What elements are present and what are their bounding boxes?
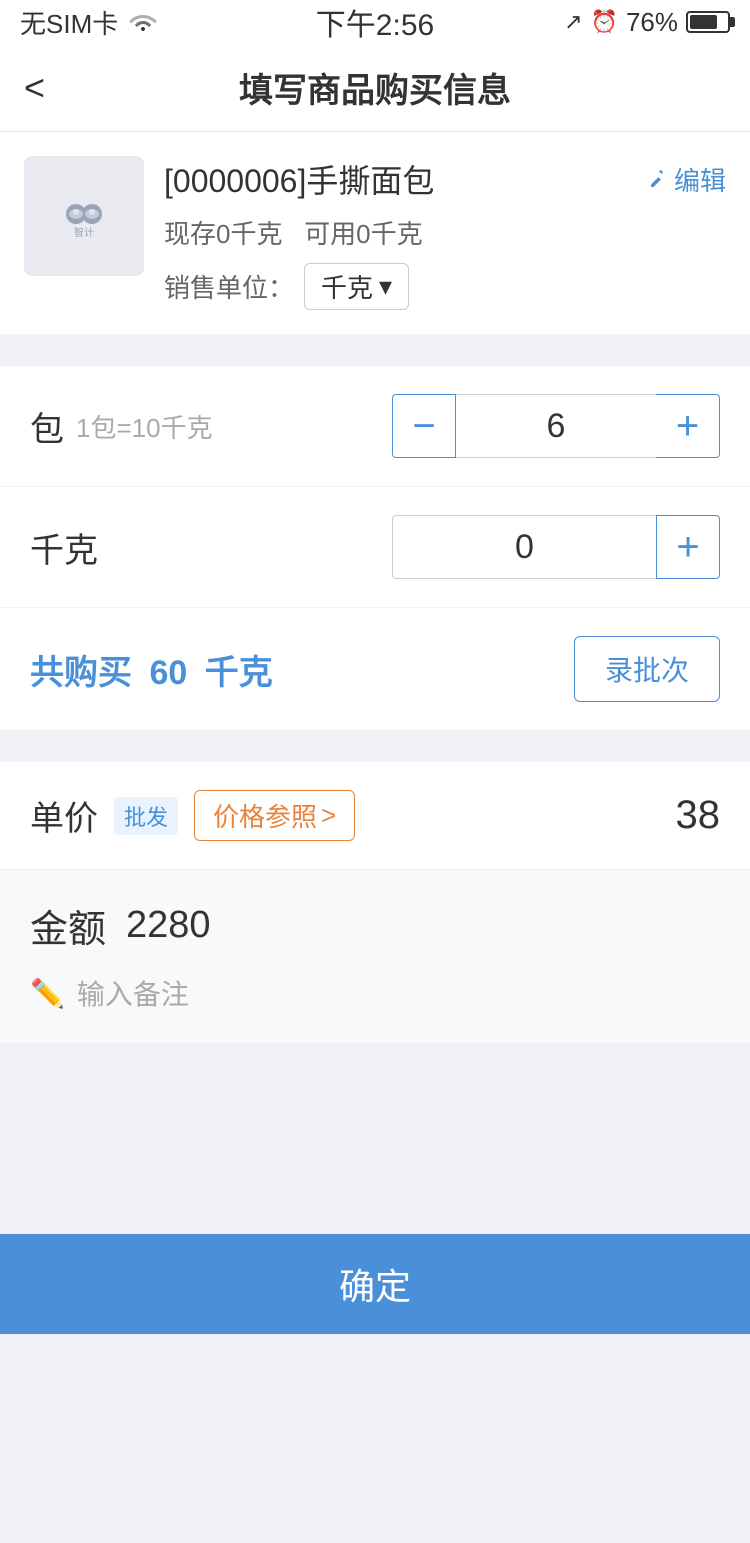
total-text: 共购买 60 千克 [30, 645, 273, 694]
bag-increment-button[interactable]: + [656, 394, 720, 458]
battery-icon [686, 11, 730, 33]
kg-quantity-input[interactable] [392, 515, 656, 579]
total-value: 60 [149, 654, 187, 692]
amount-row: 金额 2280 [30, 898, 720, 973]
product-info: [0000006]手撕面包 编辑 现存0千克 可用0千克 销售单位： 千克 ▾ [164, 156, 726, 310]
bag-label: 包 1包=10千克 [30, 402, 213, 451]
amount-value: 2280 [126, 904, 211, 947]
price-label: 单价 批发 价格参照 > [30, 790, 355, 841]
divider-1 [0, 350, 750, 366]
edit-label: 编辑 [674, 161, 726, 198]
price-badge: 批发 [114, 797, 178, 835]
unit-select[interactable]: 千克 ▾ [304, 263, 409, 310]
confirm-footer[interactable]: 确定 [0, 1234, 750, 1334]
location-icon: ↗ [564, 9, 582, 35]
bag-decrement-button[interactable]: − [392, 394, 456, 458]
pencil-icon: ✏️ [30, 977, 65, 1010]
bag-quantity-input[interactable] [456, 394, 656, 458]
product-stock: 现存0千克 可用0千克 [164, 214, 726, 251]
price-section: 单价 批发 价格参照 > 38 [0, 762, 750, 870]
footer-spacer [0, 1443, 750, 1543]
remark-placeholder: 输入备注 [77, 973, 189, 1013]
back-button[interactable]: < [24, 67, 45, 109]
divider-2 [0, 746, 750, 762]
status-left: 无SIM卡 [20, 4, 158, 41]
quantity-section: 包 1包=10千克 − + 千克 + [0, 366, 750, 608]
edit-button[interactable]: 编辑 [648, 161, 726, 198]
product-name: [0000006]手撕面包 [164, 156, 434, 202]
batch-button[interactable]: 录批次 [574, 636, 720, 702]
kg-label: 千克 [30, 523, 98, 572]
status-time: 下午2:56 [316, 0, 434, 44]
confirm-button-label: 确定 [339, 1258, 411, 1310]
chevron-right-icon: > [321, 800, 336, 831]
carrier-text: 无SIM卡 [20, 4, 118, 41]
chevron-down-icon: ▾ [379, 271, 392, 302]
amount-label: 金额 [30, 898, 106, 953]
kg-quantity-control: + [392, 515, 720, 579]
kg-increment-button[interactable]: + [656, 515, 720, 579]
product-unit: 销售单位： 千克 ▾ [164, 263, 726, 310]
bag-hint: 1包=10千克 [76, 408, 213, 445]
alarm-icon: ⏰ [591, 9, 618, 35]
product-row1: [0000006]手撕面包 编辑 [164, 156, 726, 202]
amount-section: 金额 2280 ✏️ 输入备注 [0, 870, 750, 1043]
product-card: 智计 [0000006]手撕面包 编辑 现存0千克 可用0千克 销售单位： 千克… [0, 132, 750, 334]
price-value: 38 [676, 793, 721, 838]
kg-quantity-row: 千克 + [0, 487, 750, 608]
status-bar: 无SIM卡 下午2:56 ↗ ⏰ 76% [0, 0, 750, 44]
battery-percent: 76% [626, 7, 678, 38]
product-image: 智计 [24, 156, 144, 276]
price-reference-button[interactable]: 价格参照 > [194, 790, 355, 841]
svg-text:智计: 智计 [74, 226, 94, 239]
status-right: ↗ ⏰ 76% [564, 7, 730, 38]
remark-row[interactable]: ✏️ 输入备注 [30, 973, 720, 1043]
bag-quantity-control: − + [392, 394, 720, 458]
bag-quantity-row: 包 1包=10千克 − + [0, 366, 750, 487]
total-row: 共购买 60 千克 录批次 [0, 608, 750, 730]
wifi-icon [128, 7, 158, 38]
nav-bar: < 填写商品购买信息 [0, 44, 750, 132]
page-title: 填写商品购买信息 [239, 63, 511, 112]
